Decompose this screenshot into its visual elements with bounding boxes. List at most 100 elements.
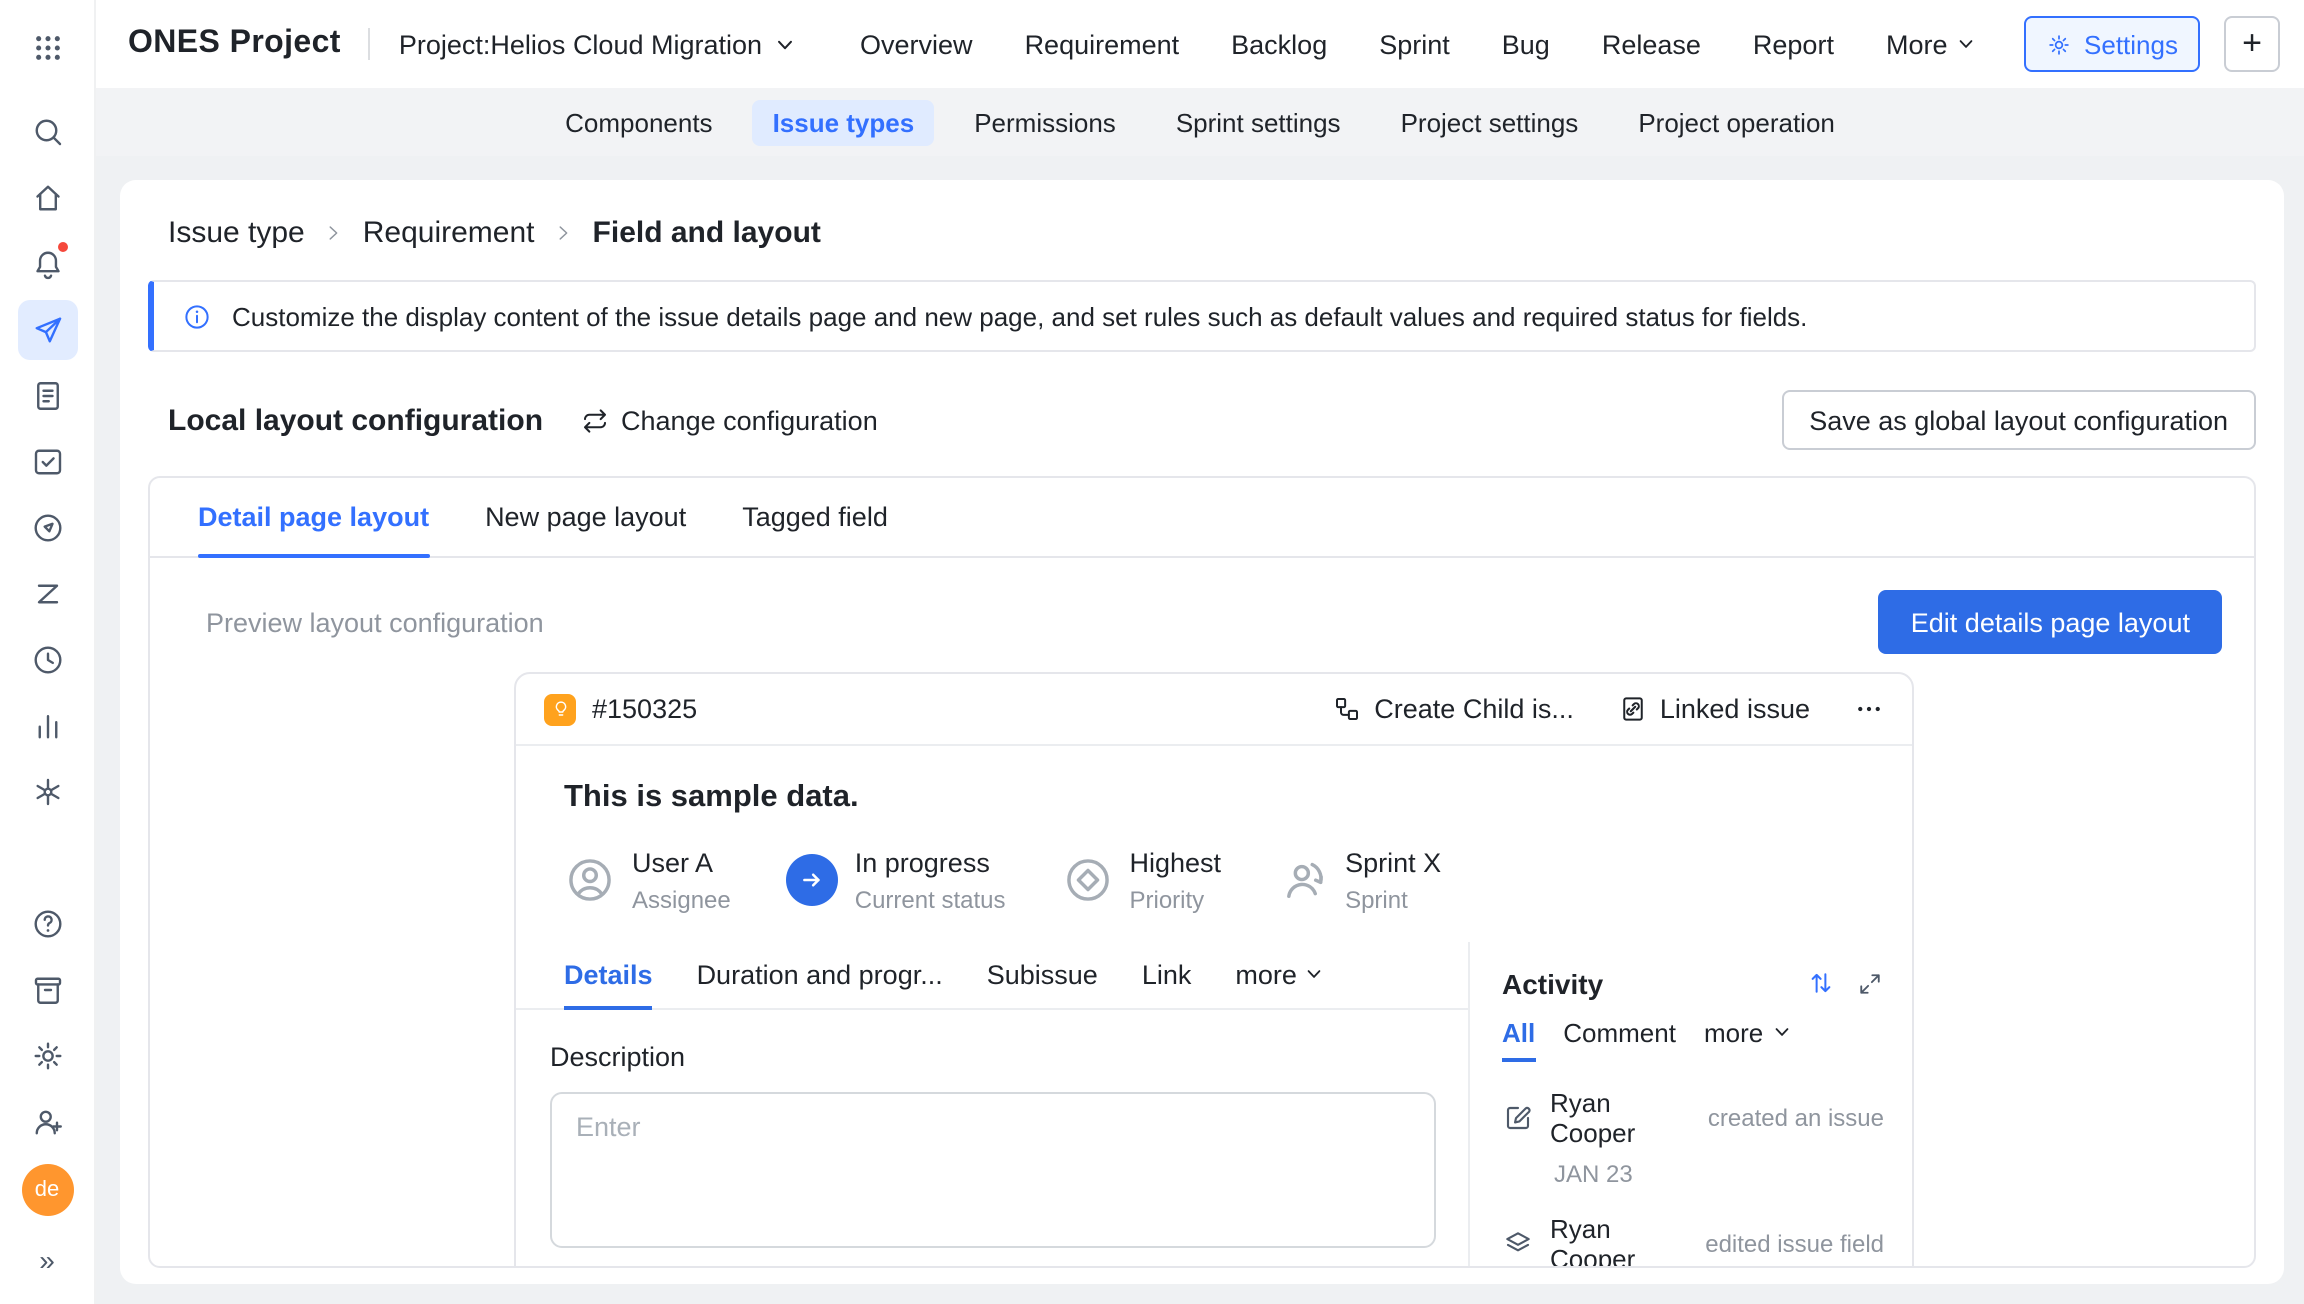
change-configuration-label: Change configuration <box>621 405 878 435</box>
subnav-permissions[interactable]: Permissions <box>954 99 1136 145</box>
nav-sprint[interactable]: Sprint <box>1379 29 1450 59</box>
issue-tab-more[interactable]: more <box>1235 942 1325 1008</box>
issue-tab-details[interactable]: Details <box>564 942 654 1010</box>
activity-item-header: Ryan Cooper created an issue <box>1502 1088 1884 1148</box>
subnav-sprint-settings[interactable]: Sprint settings <box>1156 99 1361 145</box>
subnav-issue-types[interactable]: Issue types <box>752 99 935 145</box>
chevron-right-icon <box>330 226 339 240</box>
sidebar-item-performance[interactable] <box>17 761 77 821</box>
tab-new-page-layout[interactable]: New page layout <box>485 478 686 556</box>
nav-report[interactable]: Report <box>1753 29 1834 59</box>
person-cycle-icon <box>1286 863 1322 899</box>
tab-tagged-field[interactable]: Tagged field <box>742 478 888 556</box>
subnav-components[interactable]: Components <box>545 99 732 145</box>
description-label: Description <box>550 1041 686 1072</box>
collapse-glyph: » <box>39 1243 55 1275</box>
preview-label: Preview layout configuration <box>206 607 544 637</box>
members-button[interactable] <box>17 1091 77 1151</box>
save-global-layout-button[interactable]: Save as global layout configuration <box>1781 390 2256 450</box>
sidebar-settings-button[interactable] <box>17 1025 77 1085</box>
nav-overview[interactable]: Overview <box>860 29 973 59</box>
app-logo: ONES Project <box>128 26 341 60</box>
assignee-avatar-icon <box>564 855 616 907</box>
chevron-right-icon <box>560 226 568 240</box>
sidebar-item-documents[interactable] <box>17 365 77 425</box>
subnav-project-settings[interactable]: Project settings <box>1381 99 1599 145</box>
nav-backlog[interactable]: Backlog <box>1231 29 1327 59</box>
project-subnav: Components Issue types Permissions Sprin… <box>96 88 2304 156</box>
sidebar-item-history[interactable] <box>17 629 77 689</box>
field-priority[interactable]: Highest Priority <box>1062 848 1222 914</box>
issue-tab-link[interactable]: Link <box>1142 942 1192 1008</box>
field-sprint[interactable]: Sprint X Sprint <box>1277 848 1441 914</box>
document-icon <box>36 381 58 409</box>
app-launcher-button[interactable] <box>17 17 77 77</box>
sidebar-item-discover[interactable] <box>17 497 77 557</box>
swap-arrows-icon <box>583 408 606 432</box>
user-avatar[interactable]: de <box>21 1164 73 1216</box>
breadcrumb-current: Field and layout <box>592 216 821 250</box>
info-banner-text: Customize the display content of the iss… <box>232 301 1808 331</box>
bar-chart-icon <box>37 714 57 738</box>
breadcrumb-issue-type[interactable]: Issue type <box>168 216 305 250</box>
nav-release[interactable]: Release <box>1602 29 1701 59</box>
activity-expand-button[interactable] <box>1856 970 1884 998</box>
issue-tab-subissue[interactable]: Subissue <box>987 942 1098 1008</box>
help-button[interactable] <box>17 893 77 953</box>
activity-tab-all[interactable]: All <box>1502 1018 1536 1062</box>
assignee-value: User A <box>632 848 714 878</box>
nav-requirement[interactable]: Requirement <box>1025 29 1180 59</box>
description-input[interactable] <box>550 1091 1436 1248</box>
activity-sort-button[interactable] <box>1806 969 1836 999</box>
issue-more-button[interactable] <box>1854 694 1884 724</box>
field-assignee[interactable]: User A Assignee <box>564 848 731 914</box>
status-icon <box>786 854 839 907</box>
nav-more[interactable]: More <box>1886 29 1976 59</box>
project-selector[interactable]: Project:Helios Cloud Migration <box>399 29 796 59</box>
add-button[interactable]: + <box>2224 16 2280 72</box>
sidebar-search-button[interactable] <box>17 101 77 161</box>
settings-button[interactable]: Settings <box>2024 16 2200 72</box>
sidebar-item-tasks[interactable] <box>17 431 77 491</box>
activity-item: Ryan Cooper edited issue field Progress … <box>1502 1214 1884 1266</box>
priority-value: Highest <box>1129 848 1222 878</box>
archive-box-icon <box>33 976 61 1003</box>
sidebar-item-projects[interactable] <box>17 299 77 359</box>
resources-button[interactable] <box>17 959 77 1019</box>
activity-title: Activity <box>1502 967 1604 1000</box>
activity-header: Activity <box>1502 968 1884 1000</box>
nav-bug[interactable]: Bug <box>1502 29 1550 59</box>
sidebar-item-reports[interactable] <box>17 695 77 755</box>
create-child-issue-button[interactable]: Create Child is... <box>1332 694 1574 724</box>
sidebar-home-button[interactable] <box>17 167 77 227</box>
change-configuration-button[interactable]: Change configuration <box>579 405 878 435</box>
activity-date: JAN 23 <box>1554 1159 1633 1188</box>
activity-tab-more[interactable]: more <box>1704 1018 1791 1062</box>
activity-item-header: Ryan Cooper edited issue field <box>1502 1214 1884 1266</box>
activity-user[interactable]: Ryan Cooper <box>1550 1088 1672 1148</box>
activity-action: edited issue field <box>1705 1229 1884 1258</box>
issue-key-fields: User A Assignee In progress Current stat… <box>564 848 1864 914</box>
priority-label: Priority <box>1129 885 1205 914</box>
breadcrumb-requirement[interactable]: Requirement <box>363 216 535 250</box>
edit-details-layout-button[interactable]: Edit details page layout <box>1878 590 2222 654</box>
top-bar: ONES Project Project:Helios Cloud Migrat… <box>96 0 2304 88</box>
sidebar-collapse-button[interactable]: » <box>17 1229 77 1289</box>
issue-tab-duration[interactable]: Duration and progr... <box>697 942 943 1008</box>
layout-tab-bar: Detail page layout New page layout Tagge… <box>150 478 2254 558</box>
field-status[interactable]: In progress Current status <box>786 848 1006 914</box>
tab-detail-page-layout[interactable]: Detail page layout <box>198 478 429 558</box>
hierarchy-icon <box>1336 698 1359 720</box>
activity-user[interactable]: Ryan Cooper <box>1550 1214 1669 1266</box>
chevron-down-icon <box>1774 1028 1788 1037</box>
sidebar-notifications-button[interactable] <box>17 233 77 293</box>
home-icon <box>35 184 59 210</box>
bulb-icon <box>554 701 566 716</box>
layout-tab-content: Preview layout configuration Edit detail… <box>150 558 2254 1266</box>
info-icon <box>185 304 209 328</box>
sidebar-item-workflow[interactable] <box>17 563 77 623</box>
linked-issue-button[interactable]: Linked issue <box>1618 694 1810 724</box>
search-icon <box>34 118 61 145</box>
subnav-project-operation[interactable]: Project operation <box>1618 99 1855 145</box>
activity-tab-comment[interactable]: Comment <box>1563 1018 1676 1062</box>
